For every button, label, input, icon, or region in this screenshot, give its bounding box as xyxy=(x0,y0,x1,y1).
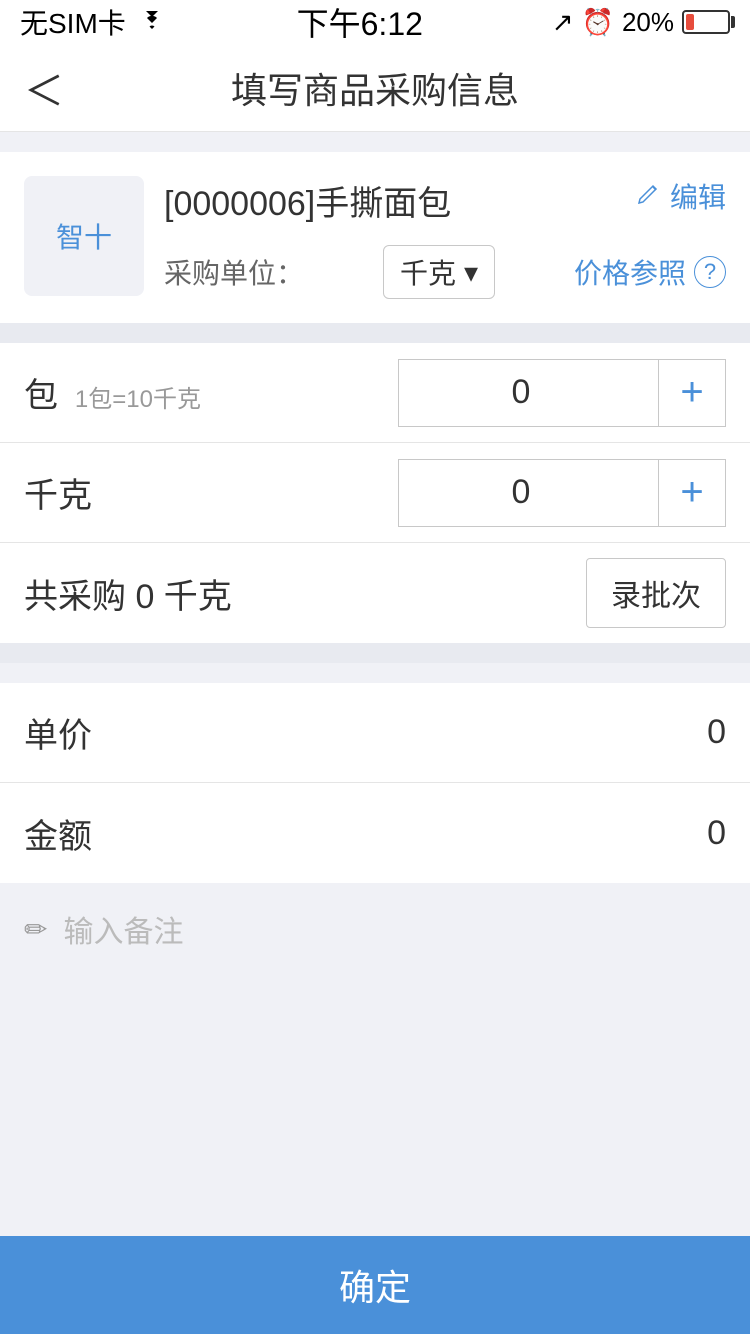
kg-label: 千克 xyxy=(24,468,124,517)
battery-icon xyxy=(682,10,730,34)
wifi-icon xyxy=(136,11,168,33)
price-ref-button[interactable]: 价格参照 ? xyxy=(574,252,726,292)
unit-price-value: 0 xyxy=(707,713,726,752)
kg-input-right: + xyxy=(398,459,726,527)
kg-plus-button[interactable]: + xyxy=(658,459,726,527)
edit-icon xyxy=(636,182,664,210)
battery-percent: 20% xyxy=(622,7,674,38)
nav-bar: ＜ 填写商品采购信息 xyxy=(0,44,750,132)
section-divider-2 xyxy=(0,643,750,663)
status-bar: 无SIM卡 下午6:12 ↗ ⏰ 20% xyxy=(0,0,750,44)
back-button[interactable]: ＜ xyxy=(24,59,64,117)
batch-button[interactable]: 录批次 xyxy=(586,558,726,628)
location-icon: ↗ xyxy=(552,7,574,38)
page-title: 填写商品采购信息 xyxy=(231,62,519,114)
remark-section[interactable]: ✏ 输入备注 xyxy=(0,883,750,975)
bag-label-group: 包 1包=10千克 xyxy=(24,368,201,417)
kg-number-input[interactable] xyxy=(398,459,658,527)
alarm-icon: ⏰ xyxy=(582,7,614,38)
kg-input-row: 千克 + xyxy=(0,443,750,543)
amount-value: 0 xyxy=(707,814,726,853)
bag-sub-label: 1包=10千克 xyxy=(75,386,201,413)
product-thumbnail: 智十 xyxy=(24,176,144,296)
summary-row: 共采购 0 千克 录批次 xyxy=(0,543,750,643)
bag-number-input[interactable] xyxy=(398,359,658,427)
unit-select[interactable]: 千克 ▾ xyxy=(383,245,495,299)
unit-value: 千克 xyxy=(400,252,456,292)
unit-label: 采购单位： xyxy=(164,252,304,292)
bag-plus-button[interactable]: + xyxy=(658,359,726,427)
input-section: 包 1包=10千克 + 千克 + xyxy=(0,343,750,543)
price-section: 单价 0 金额 0 xyxy=(0,683,750,883)
battery-fill xyxy=(686,14,694,30)
product-name-row: [0000006]手撕面包 编辑 xyxy=(164,176,726,225)
status-left: 无SIM卡 xyxy=(20,2,168,42)
product-name: [0000006]手撕面包 xyxy=(164,176,451,225)
amount-row: 金额 0 xyxy=(0,783,750,883)
product-logo-text: 智十 xyxy=(56,216,112,256)
status-right: ↗ ⏰ 20% xyxy=(552,7,730,38)
help-icon: ? xyxy=(694,256,726,288)
edit-label: 编辑 xyxy=(670,176,726,216)
carrier-text: 无SIM卡 xyxy=(20,2,126,42)
unit-price-label: 单价 xyxy=(24,708,92,757)
pencil-icon: ✏ xyxy=(24,913,47,946)
confirm-button[interactable]: 确定 xyxy=(0,1236,750,1334)
content-area xyxy=(0,975,750,1275)
bag-input-right: + xyxy=(398,359,726,427)
dropdown-arrow-icon: ▾ xyxy=(464,256,478,289)
amount-label: 金额 xyxy=(24,809,92,858)
unit-price-row: 单价 0 xyxy=(0,683,750,783)
edit-button[interactable]: 编辑 xyxy=(636,176,726,216)
unit-row: 采购单位： 千克 ▾ 价格参照 ? xyxy=(164,245,726,299)
status-time: 下午6:12 xyxy=(297,0,423,45)
bag-label: 包 xyxy=(24,377,58,415)
product-card: 智十 [0000006]手撕面包 编辑 采购单位： 千克 ▾ 价格参照 ? xyxy=(0,152,750,323)
bag-input-row: 包 1包=10千克 + xyxy=(0,343,750,443)
section-divider-1 xyxy=(0,323,750,343)
summary-text: 共采购 0 千克 xyxy=(24,569,232,618)
price-ref-label: 价格参照 xyxy=(574,252,686,292)
product-info: [0000006]手撕面包 编辑 采购单位： 千克 ▾ 价格参照 ? xyxy=(164,176,726,299)
remark-placeholder: 输入备注 xyxy=(63,907,183,951)
